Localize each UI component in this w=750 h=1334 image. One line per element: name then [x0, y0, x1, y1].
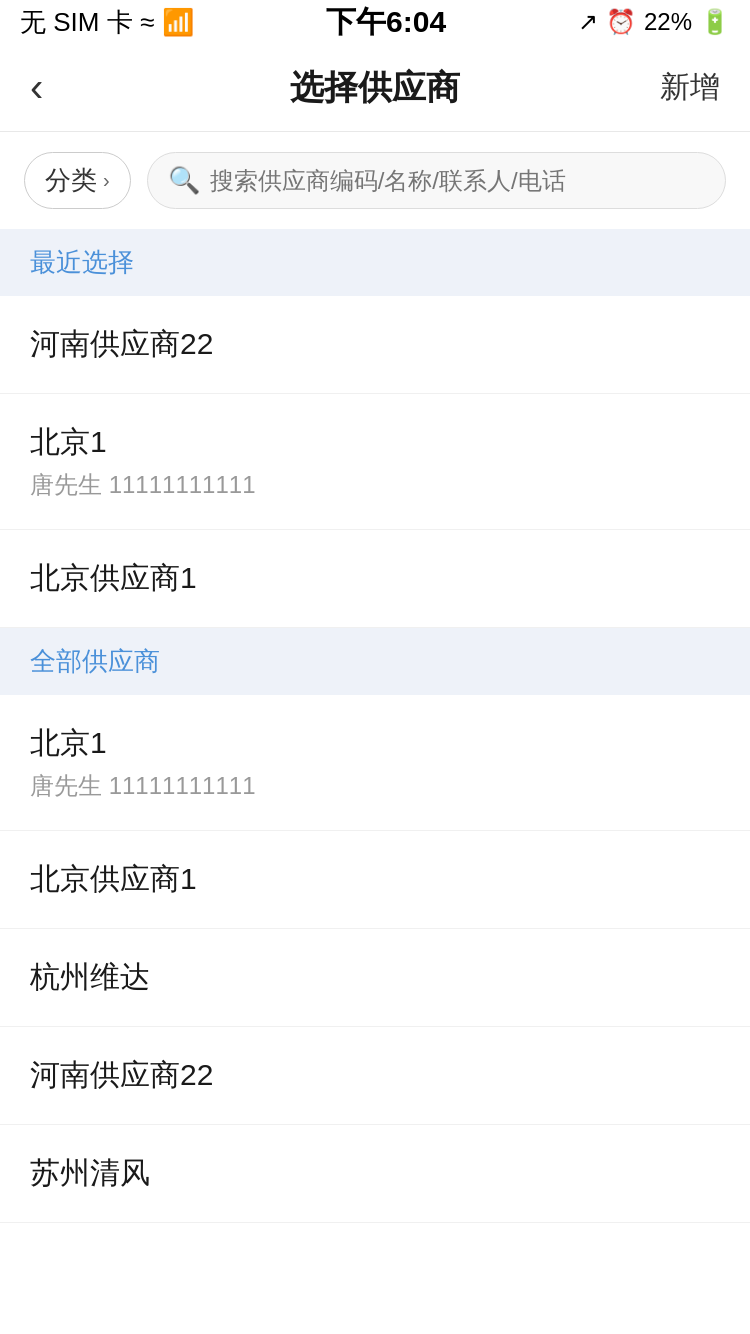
- status-right: ↗ ⏰ 22% 🔋: [578, 8, 730, 36]
- alarm-icon: ⏰: [606, 8, 636, 36]
- item-name: 北京1: [30, 723, 720, 764]
- category-label: 分类: [45, 163, 97, 198]
- search-icon: 🔍: [168, 165, 200, 196]
- status-bar: 无 SIM 卡 ≈ 📶 下午6:04 ↗ ⏰ 22% 🔋: [0, 0, 750, 44]
- recent-list: 河南供应商22 北京1 唐先生 11111111111 北京供应商1: [0, 296, 750, 628]
- nav-bar: ‹ 选择供应商 新增: [0, 44, 750, 132]
- list-item[interactable]: 河南供应商22: [0, 1027, 750, 1125]
- list-item[interactable]: 杭州维达: [0, 929, 750, 1027]
- chevron-right-icon: ›: [103, 169, 110, 192]
- back-button[interactable]: ‹: [30, 65, 110, 110]
- item-name: 苏州清风: [30, 1153, 720, 1194]
- status-left: 无 SIM 卡 ≈ 📶: [20, 5, 194, 40]
- list-item[interactable]: 北京供应商1: [0, 831, 750, 929]
- all-list: 北京1 唐先生 11111111111 北京供应商1 杭州维达河南供应商22 苏州清风: [0, 695, 750, 1223]
- all-section-label: 全部供应商: [30, 646, 160, 676]
- item-contact: 唐先生 11111111111: [30, 770, 720, 802]
- sim-status: 无 SIM 卡 ≈: [20, 5, 154, 40]
- item-name: 杭州维达: [30, 957, 720, 998]
- add-button[interactable]: 新增: [640, 67, 720, 108]
- search-box[interactable]: 🔍: [147, 152, 726, 209]
- recent-section-header: 最近选择: [0, 229, 750, 296]
- item-name: 北京1: [30, 422, 720, 463]
- item-name: 北京供应商1: [30, 859, 720, 900]
- battery-level: 22%: [644, 8, 692, 36]
- category-filter[interactable]: 分类 ›: [24, 152, 131, 209]
- recent-section-label: 最近选择: [30, 247, 134, 277]
- all-section-header: 全部供应商: [0, 628, 750, 695]
- item-contact: 唐先生 11111111111: [30, 469, 720, 501]
- list-item[interactable]: 北京1 唐先生 11111111111: [0, 394, 750, 530]
- battery-icon: 🔋: [700, 8, 730, 36]
- item-name: 河南供应商22: [30, 324, 720, 365]
- page-title: 选择供应商: [290, 65, 460, 111]
- status-time: 下午6:04: [326, 2, 446, 43]
- item-name: 河南供应商22: [30, 1055, 720, 1096]
- search-input[interactable]: [210, 167, 705, 195]
- list-item[interactable]: 北京供应商1: [0, 530, 750, 628]
- list-item[interactable]: 北京1 唐先生 11111111111: [0, 695, 750, 831]
- wifi-icon: 📶: [162, 7, 194, 38]
- list-item[interactable]: 河南供应商22: [0, 296, 750, 394]
- filter-bar: 分类 › 🔍: [0, 132, 750, 229]
- list-item[interactable]: 苏州清风: [0, 1125, 750, 1223]
- location-icon: ↗: [578, 8, 598, 36]
- item-name: 北京供应商1: [30, 558, 720, 599]
